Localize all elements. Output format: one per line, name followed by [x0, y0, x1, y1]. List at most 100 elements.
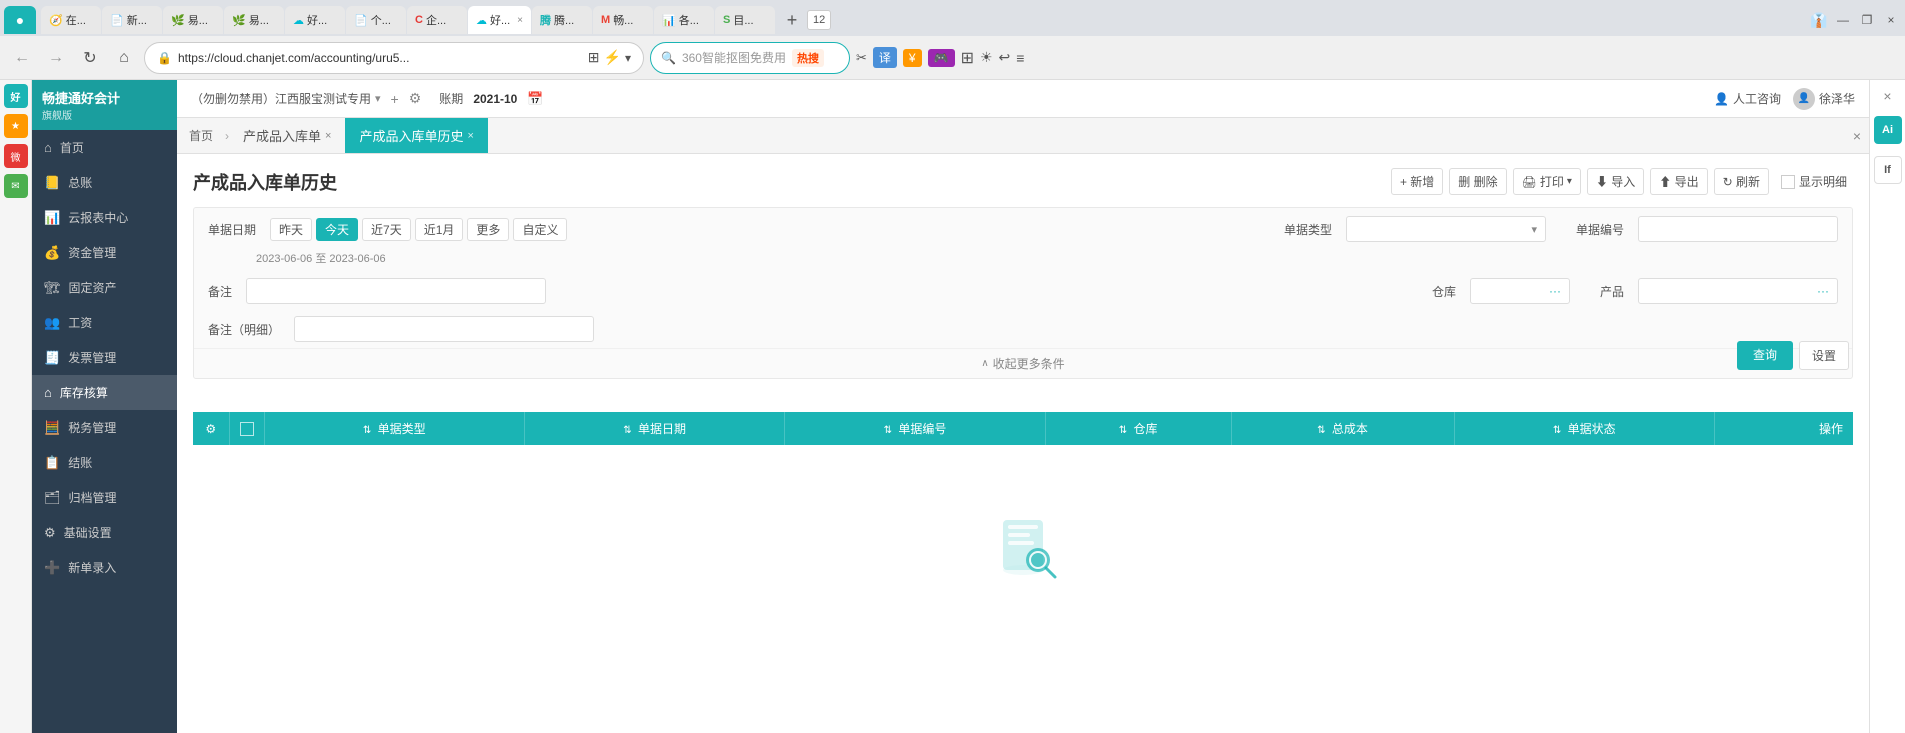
query-btn[interactable]: 查询 [1737, 341, 1793, 370]
date-btn-yesterday[interactable]: 昨天 [270, 218, 312, 241]
back-button[interactable]: ← [8, 44, 36, 72]
sun-tool[interactable]: ☀ [980, 49, 993, 66]
apps-tool[interactable]: ⊞ [961, 48, 974, 68]
show-cols-checkbox[interactable] [1781, 175, 1795, 189]
delete-btn[interactable]: 删 删除 [1449, 168, 1506, 195]
settings-filter-btn[interactable]: 设置 [1799, 341, 1849, 370]
tab-doc-list[interactable]: 产成品入库单 × [229, 118, 345, 153]
filter-docno-input[interactable] [1638, 216, 1838, 242]
app-icon-mail[interactable]: ✉ [4, 174, 28, 198]
sidebar-item-home[interactable]: ⌂ 首页 [32, 130, 177, 165]
col-doc-no[interactable]: ⇅ 单据编号 [785, 412, 1045, 445]
print-btn[interactable]: 🖨 打印 ▾ [1513, 168, 1581, 195]
col-doc-status[interactable]: ⇅ 单据状态 [1454, 412, 1714, 445]
sidebar-item-reports[interactable]: 📊 云报表中心 [32, 200, 177, 235]
url-bar[interactable]: 🔒 https://cloud.chanjet.com/accounting/u… [144, 42, 644, 74]
forward-button[interactable]: → [42, 44, 70, 72]
if-button[interactable]: If [1874, 156, 1902, 184]
tab-item-9[interactable]: 腾 腾... [532, 6, 592, 34]
sidebar-item-invoice[interactable]: 🧾 发票管理 [32, 340, 177, 375]
app-icon-weibo[interactable]: 微 [4, 144, 28, 168]
export-btn[interactable]: ⬆ 导出 [1650, 168, 1707, 195]
ai-button[interactable]: Ai [1874, 116, 1902, 144]
date-btn-1month[interactable]: 近1月 [415, 218, 464, 241]
col-doc-date[interactable]: ⇅ 单据日期 [524, 412, 784, 445]
search-bar-360[interactable]: 🔍 360智能抠图免费用 热搜 [650, 42, 850, 74]
app-icon-star[interactable]: ★ [4, 114, 28, 138]
add-company-btn[interactable]: + [391, 91, 399, 107]
date-btn-today[interactable]: 今天 [316, 218, 358, 241]
sidebar-item-tax[interactable]: 🧮 税务管理 [32, 410, 177, 445]
sidebar-item-newdoc[interactable]: ➕ 新单录入 [32, 550, 177, 585]
tab-item-4[interactable]: 🌿 易... [224, 6, 284, 34]
col-gear[interactable]: ⚙ [193, 412, 229, 445]
add-btn[interactable]: + 新增 [1391, 168, 1443, 195]
sidebar-item-ledger[interactable]: 📒 总账 [32, 165, 177, 200]
window-minimize-btn[interactable]: — [1833, 10, 1853, 30]
sidebar-item-basic[interactable]: ⚙ 基础设置 [32, 515, 177, 550]
tab-doc-list-close[interactable]: × [325, 130, 331, 142]
calendar-icon[interactable]: 📅 [527, 91, 543, 107]
tab-item-12[interactable]: S 目... [715, 6, 775, 34]
tab-item-5[interactable]: ☁ 好... [285, 6, 345, 34]
filter-doctype-select[interactable]: ▾ [1346, 216, 1546, 242]
sidebar-item-closing-label: 结账 [68, 454, 92, 471]
grid-icon[interactable]: ⊞ [588, 49, 600, 66]
window-close-btn[interactable]: × [1881, 10, 1901, 30]
company-selector[interactable]: （勿删勿禁用）江西服宝测试专用 ▾ [191, 90, 381, 107]
tab-item-6[interactable]: 📄 个... [346, 6, 406, 34]
col-doc-type[interactable]: ⇅ 单据类型 [264, 412, 524, 445]
filter-note-detail-input[interactable] [294, 316, 594, 342]
period-value[interactable]: 2021-10 [473, 92, 517, 106]
tab-item-8-active[interactable]: ☁ 好... × [468, 6, 531, 34]
tab-item-7[interactable]: C 企... [407, 6, 467, 34]
filter-note-input[interactable] [246, 278, 546, 304]
refresh-button[interactable]: ↻ [76, 44, 104, 72]
app-icon-chanjet[interactable]: 好 [4, 84, 28, 108]
tab-doc-history-close[interactable]: × [467, 130, 473, 142]
sidebar-item-archive[interactable]: 🗂 归档管理 [32, 480, 177, 515]
import-btn[interactable]: ⬇ 导入 [1587, 168, 1644, 195]
tab-item-1[interactable]: 🧭 在... [41, 6, 101, 34]
url-dropdown-icon[interactable]: ▾ [625, 51, 631, 65]
tab-8-close[interactable]: × [517, 15, 523, 26]
hot-search-label: 热搜 [792, 49, 824, 67]
sidebar-item-payroll[interactable]: 👥 工资 [32, 305, 177, 340]
game-tool[interactable]: 🎮 [928, 49, 955, 67]
tab-item-11[interactable]: 📊 各... [654, 6, 714, 34]
company-settings-btn[interactable]: ⚙ [409, 90, 422, 107]
tab-doc-history[interactable]: 产成品入库单历史 × [345, 118, 487, 153]
col-warehouse[interactable]: ⇅ 仓库 [1045, 412, 1231, 445]
home-button[interactable]: ⌂ [110, 44, 138, 72]
panel-close-icon[interactable]: × [1883, 88, 1891, 104]
app-logo-tab[interactable]: ● [4, 6, 36, 34]
tab-item-2[interactable]: 📄 新... [102, 6, 162, 34]
user-service-btn[interactable]: 👤 人工咨询 [1714, 90, 1781, 107]
show-cols-wrapper[interactable]: 显示明细 [1775, 169, 1853, 194]
more-tool[interactable]: ≡ [1016, 50, 1024, 66]
filter-warehouse-select[interactable]: ··· [1470, 278, 1570, 304]
sidebar-item-fixed[interactable]: 🏗 固定资产 [32, 270, 177, 305]
undo-tool[interactable]: ↩ [999, 49, 1011, 66]
new-tab-button[interactable]: + [778, 6, 806, 34]
window-restore-btn[interactable]: ❐ [1857, 10, 1877, 30]
date-btn-7days[interactable]: 近7天 [362, 218, 411, 241]
filter-product-select[interactable]: ··· [1638, 278, 1838, 304]
breadcrumb-home[interactable]: 首页 [177, 119, 225, 152]
yuan-tool[interactable]: ¥ [903, 49, 922, 67]
user-avatar[interactable]: 👤 徐泽华 [1793, 88, 1855, 110]
scissors-tool[interactable]: ✂ [856, 50, 867, 66]
tab-item-3[interactable]: 🌿 易... [163, 6, 223, 34]
col-checkbox[interactable] [229, 412, 264, 445]
translate-tool[interactable]: 译 [873, 47, 897, 68]
panel-close-btn[interactable]: × [1853, 128, 1861, 144]
sidebar-item-inventory[interactable]: ⌂ 库存核算 [32, 375, 177, 410]
date-btn-custom[interactable]: 自定义 [513, 218, 567, 241]
date-btn-more[interactable]: 更多 [467, 218, 509, 241]
col-total-cost[interactable]: ⇅ 总成本 [1231, 412, 1454, 445]
tab-item-10[interactable]: M 畅... [593, 6, 653, 34]
sidebar-item-funds[interactable]: 💰 资金管理 [32, 235, 177, 270]
sidebar-item-closing[interactable]: 📋 结账 [32, 445, 177, 480]
refresh-btn[interactable]: ↻ 刷新 [1714, 168, 1769, 195]
lightning-icon[interactable]: ⚡ [604, 49, 621, 66]
